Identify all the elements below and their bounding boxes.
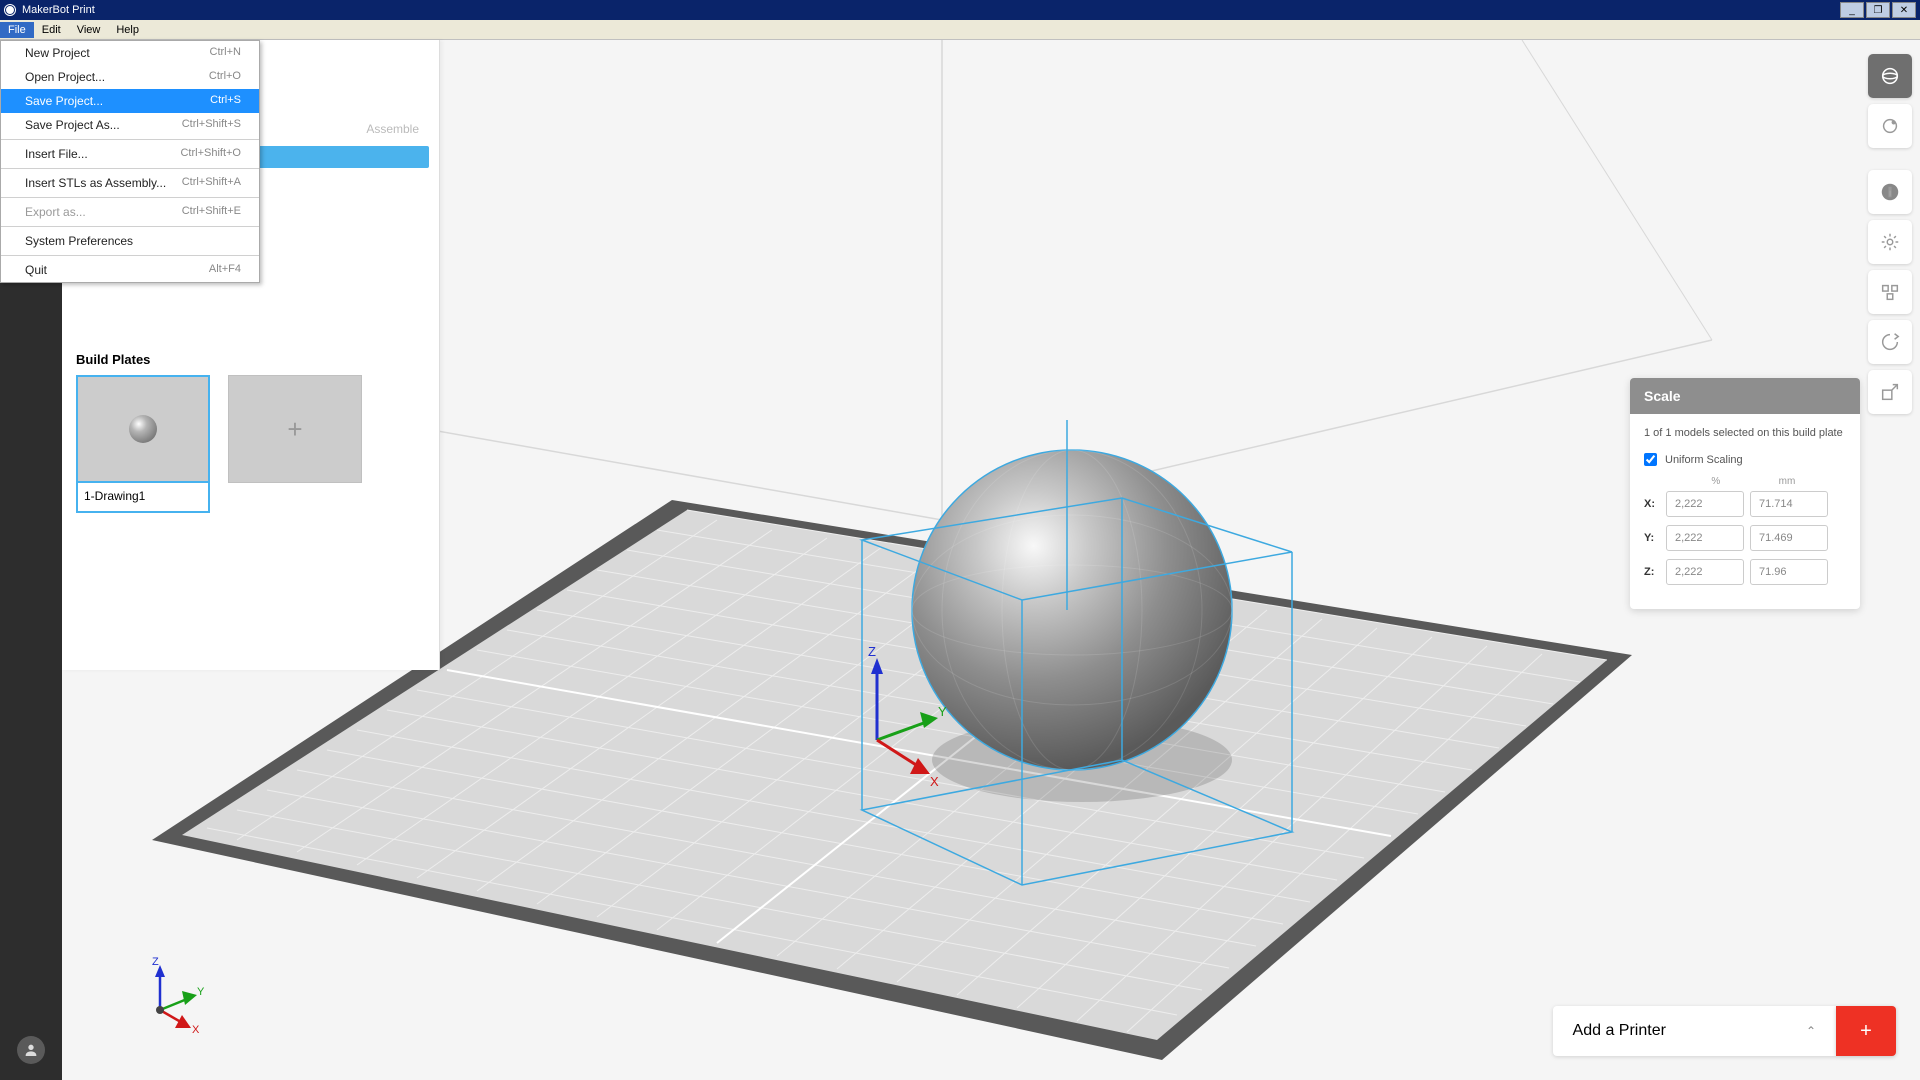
menu-file[interactable]: File xyxy=(0,22,34,38)
minimize-button[interactable]: _ xyxy=(1840,2,1864,18)
y-mm-input[interactable] xyxy=(1750,525,1828,551)
build-plate-card[interactable]: 1-Drawing1 xyxy=(76,375,210,513)
close-button[interactable]: ✕ xyxy=(1892,2,1916,18)
orient-tool[interactable] xyxy=(1868,320,1912,364)
menu-separator xyxy=(1,168,259,169)
window-controls: _ ❐ ✕ xyxy=(1840,2,1916,18)
arrange-tool[interactable] xyxy=(1868,270,1912,314)
col-percent-label: % xyxy=(1711,476,1778,487)
uniform-scaling-checkbox[interactable] xyxy=(1644,453,1657,466)
uniform-scaling-label: Uniform Scaling xyxy=(1665,454,1743,466)
menu-save-project[interactable]: Save Project... Ctrl+S xyxy=(1,89,259,113)
maximize-button[interactable]: ❐ xyxy=(1866,2,1890,18)
add-printer-label: Add a Printer xyxy=(1573,1022,1666,1040)
add-printer-button[interactable]: + xyxy=(1836,1006,1896,1056)
plus-icon: + xyxy=(287,414,302,445)
menu-separator xyxy=(1,226,259,227)
menu-separator xyxy=(1,197,259,198)
menu-separator xyxy=(1,139,259,140)
x-axis-label: X: xyxy=(1644,498,1660,510)
settings-tool[interactable] xyxy=(1868,220,1912,264)
build-plate-label: 1-Drawing1 xyxy=(76,483,210,513)
build-plates-header: Build Plates xyxy=(62,338,439,375)
svg-text:X: X xyxy=(192,1024,200,1035)
menu-bar: File Edit View Help xyxy=(0,20,1920,40)
printer-bar: Add a Printer ⌃ + xyxy=(1553,1006,1896,1056)
menu-quit[interactable]: Quit Alt+F4 xyxy=(1,258,259,282)
scale-selection-text: 1 of 1 models selected on this build pla… xyxy=(1644,426,1846,441)
add-printer-dropdown[interactable]: Add a Printer ⌃ xyxy=(1553,1006,1836,1056)
col-mm-label: mm xyxy=(1779,476,1846,487)
menu-view[interactable]: View xyxy=(69,22,109,38)
svg-text:Z: Z xyxy=(152,956,159,968)
menu-edit[interactable]: Edit xyxy=(34,22,69,38)
app-title: MakerBot Print xyxy=(22,4,95,16)
axis-z-label: Z xyxy=(868,644,876,659)
menu-insert-file[interactable]: Insert File... Ctrl+Shift+O xyxy=(1,142,259,166)
title-bar: MakerBot Print _ ❐ ✕ xyxy=(0,0,1920,20)
chevron-up-icon: ⌃ xyxy=(1806,1024,1816,1038)
x-mm-input[interactable] xyxy=(1750,491,1828,517)
scale-panel-title: Scale xyxy=(1630,378,1860,414)
z-percent-input[interactable] xyxy=(1666,559,1744,585)
scale-panel: Scale 1 of 1 models selected on this bui… xyxy=(1630,378,1860,609)
menu-system-preferences[interactable]: System Preferences xyxy=(1,229,259,253)
build-plate-thumbnail xyxy=(76,375,210,483)
menu-new-project[interactable]: New Project Ctrl+N xyxy=(1,41,259,65)
info-tool[interactable]: i xyxy=(1868,170,1912,214)
menu-separator xyxy=(1,255,259,256)
axis-indicator: Z Y X xyxy=(130,955,210,1040)
add-build-plate-button[interactable]: + xyxy=(228,375,362,483)
menu-help[interactable]: Help xyxy=(108,22,147,38)
z-mm-input[interactable] xyxy=(1750,559,1828,585)
axis-y-label: Y xyxy=(938,704,947,719)
right-toolbar: i xyxy=(1868,54,1914,414)
x-percent-input[interactable] xyxy=(1666,491,1744,517)
view-tool[interactable] xyxy=(1868,54,1912,98)
camera-tool[interactable] xyxy=(1868,104,1912,148)
user-avatar-icon[interactable] xyxy=(17,1036,45,1064)
y-axis-label: Y: xyxy=(1644,532,1660,544)
svg-text:Y: Y xyxy=(197,986,205,998)
sphere-icon xyxy=(129,415,157,443)
file-menu-dropdown: New Project Ctrl+N Open Project... Ctrl+… xyxy=(0,40,260,283)
z-axis-label: Z: xyxy=(1644,566,1660,578)
y-percent-input[interactable] xyxy=(1666,525,1744,551)
assemble-label: Assemble xyxy=(366,122,419,136)
app-icon xyxy=(4,4,16,16)
menu-save-project-as[interactable]: Save Project As... Ctrl+Shift+S xyxy=(1,113,259,137)
menu-open-project[interactable]: Open Project... Ctrl+O xyxy=(1,65,259,89)
scale-tool[interactable] xyxy=(1868,370,1912,414)
plus-icon: + xyxy=(1860,1020,1872,1043)
menu-insert-asm[interactable]: Insert STLs as Assembly... Ctrl+Shift+A xyxy=(1,171,259,195)
menu-export-as: Export as... Ctrl+Shift+E xyxy=(1,200,259,224)
svg-text:i: i xyxy=(1888,186,1891,200)
axis-x-label: X xyxy=(930,774,939,789)
